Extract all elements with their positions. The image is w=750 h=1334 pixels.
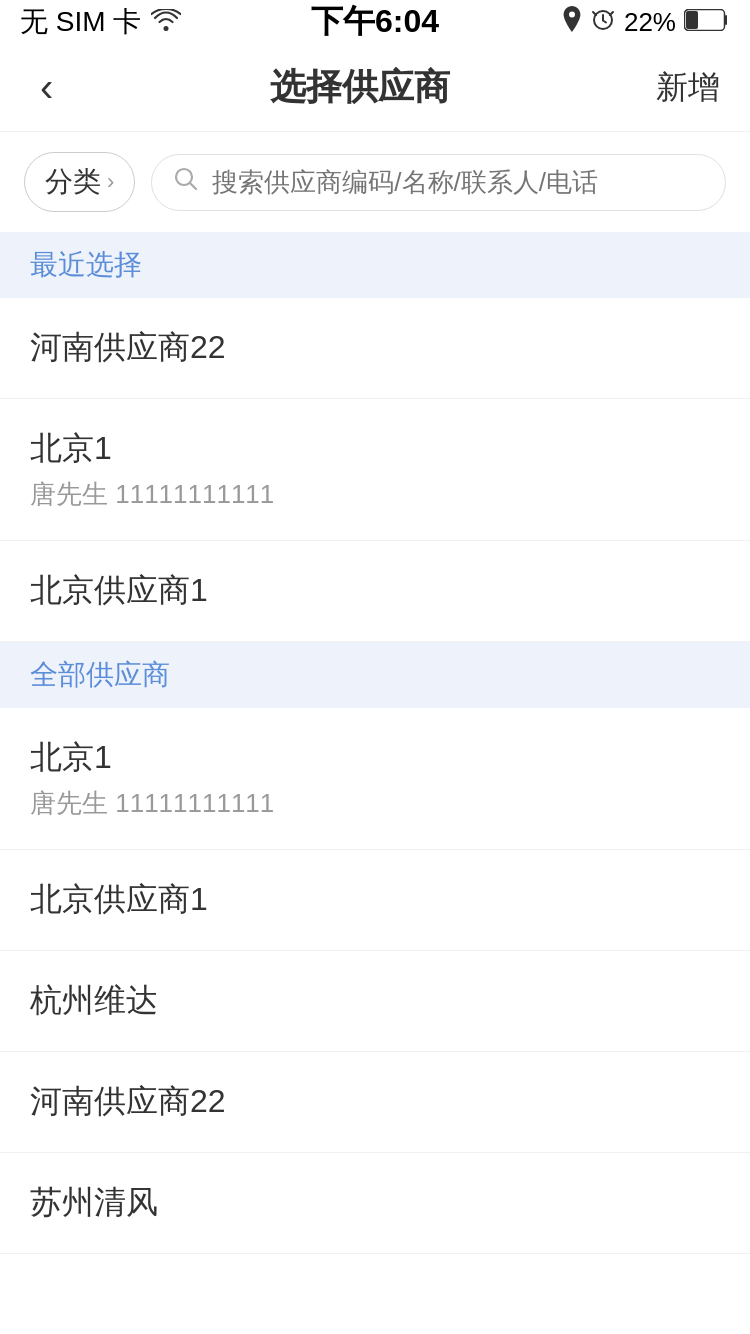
- list-item[interactable]: 北京1 唐先生 11111111111: [0, 399, 750, 541]
- list-item[interactable]: 北京供应商1: [0, 541, 750, 642]
- search-box: [151, 154, 726, 211]
- recent-header-text: 最近选择: [30, 249, 142, 280]
- item-name: 河南供应商22: [30, 326, 720, 370]
- list-item[interactable]: 河南供应商22: [0, 298, 750, 399]
- recent-list: 河南供应商22 北京1 唐先生 11111111111 北京供应商1: [0, 298, 750, 642]
- item-sub: 唐先生 11111111111: [30, 786, 720, 821]
- item-name: 北京1: [30, 427, 720, 471]
- item-name: 北京供应商1: [30, 878, 720, 922]
- alarm-icon: [590, 6, 616, 39]
- recent-section-header: 最近选择: [0, 232, 750, 298]
- item-name: 北京供应商1: [30, 569, 720, 613]
- status-bar: 无 SIM 卡 下午6:04 22%: [0, 0, 750, 44]
- filter-bar: 分类 ›: [0, 132, 750, 232]
- carrier-text: 无 SIM 卡: [20, 3, 141, 41]
- item-name: 杭州维达: [30, 979, 720, 1023]
- item-name: 苏州清风: [30, 1181, 720, 1225]
- item-name: 河南供应商22: [30, 1080, 720, 1124]
- wifi-icon: [151, 6, 181, 38]
- list-item[interactable]: 苏州清风: [0, 1153, 750, 1254]
- back-button[interactable]: ‹: [30, 55, 63, 120]
- item-name: 北京1: [30, 736, 720, 780]
- page-title: 选择供应商: [270, 63, 450, 112]
- battery-icon: [684, 7, 730, 38]
- all-section-header: 全部供应商: [0, 642, 750, 708]
- category-button[interactable]: 分类 ›: [24, 152, 135, 212]
- location-icon: [562, 6, 582, 39]
- all-header-text: 全部供应商: [30, 659, 170, 690]
- svg-rect-2: [686, 11, 698, 29]
- category-label: 分类: [45, 163, 101, 201]
- all-list: 北京1 唐先生 11111111111 北京供应商1 杭州维达 河南供应商22 …: [0, 708, 750, 1254]
- status-time: 下午6:04: [311, 0, 439, 44]
- list-item[interactable]: 河南供应商22: [0, 1052, 750, 1153]
- list-item[interactable]: 杭州维达: [0, 951, 750, 1052]
- list-item[interactable]: 北京供应商1: [0, 850, 750, 951]
- nav-bar: ‹ 选择供应商 新增: [0, 44, 750, 132]
- search-input[interactable]: [212, 167, 705, 198]
- chevron-right-icon: ›: [107, 169, 114, 195]
- status-left: 无 SIM 卡: [20, 3, 181, 41]
- status-right: 22%: [562, 6, 730, 39]
- battery-text: 22%: [624, 7, 676, 38]
- add-button[interactable]: 新增: [656, 66, 720, 110]
- item-sub: 唐先生 11111111111: [30, 477, 720, 512]
- list-item[interactable]: 北京1 唐先生 11111111111: [0, 708, 750, 850]
- search-icon: [172, 165, 200, 200]
